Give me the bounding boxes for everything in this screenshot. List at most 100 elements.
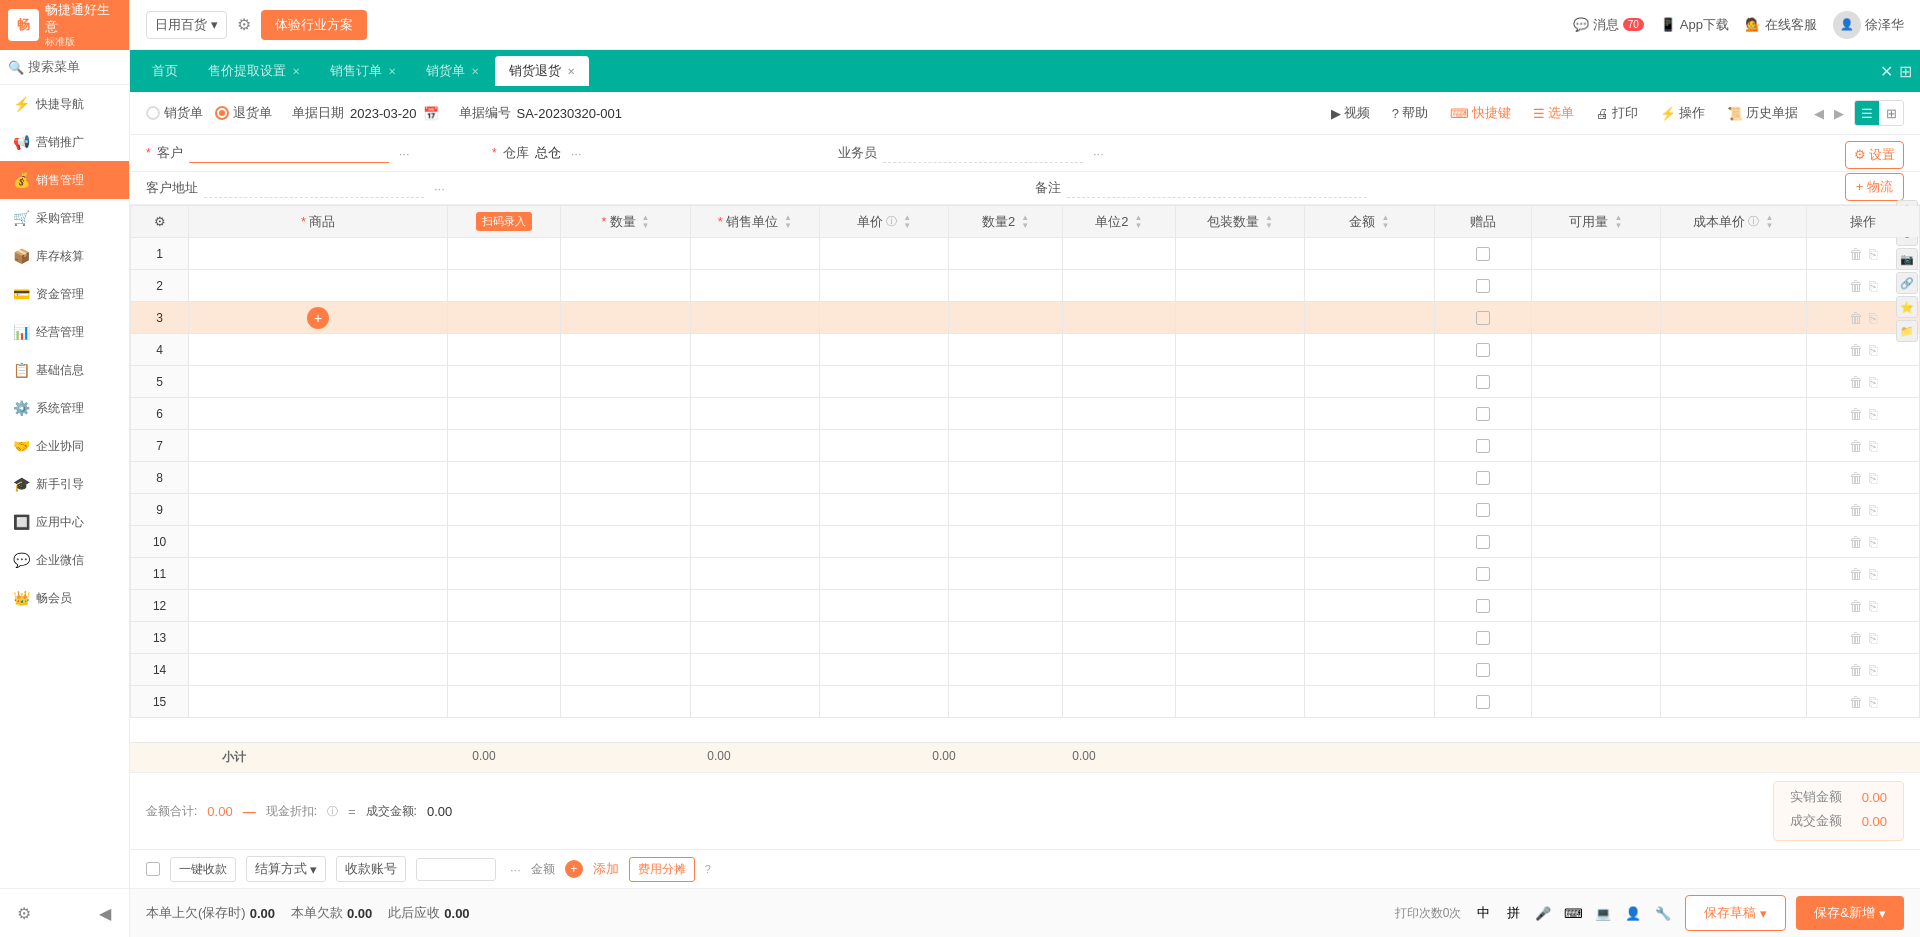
cell-col-amount-11[interactable] — [1305, 558, 1434, 590]
cell-col-unit2-15[interactable] — [1062, 686, 1175, 718]
cell-cost-14[interactable] — [1661, 654, 1807, 686]
cell-gift-12[interactable] — [1434, 590, 1531, 622]
address-picker-btn[interactable]: ··· — [434, 181, 445, 196]
cell-cost-1[interactable] — [1661, 238, 1807, 270]
cell-col-price-15[interactable] — [820, 686, 949, 718]
cell-cost-10[interactable] — [1661, 526, 1807, 558]
gift-checkbox-15[interactable] — [1476, 695, 1490, 709]
delete-row-14[interactable]: 🗑 — [1849, 662, 1863, 678]
table-view-btn[interactable]: ☰ — [1855, 101, 1879, 125]
rfloat-btn-5[interactable]: ⭐ — [1896, 296, 1918, 318]
copy-row-14[interactable]: ⎘ — [1869, 662, 1877, 678]
delete-row-4[interactable]: 🗑 — [1849, 342, 1863, 358]
delete-row-3[interactable]: 🗑 — [1849, 310, 1863, 326]
cell-col-unit-11[interactable] — [690, 558, 819, 590]
rfloat-btn-3[interactable]: 📷 — [1896, 248, 1918, 270]
cell-gift-10[interactable] — [1434, 526, 1531, 558]
cell-product-9[interactable] — [448, 494, 561, 526]
cell-cost-12[interactable] — [1661, 590, 1807, 622]
cell-cost-15[interactable] — [1661, 686, 1807, 718]
cell-col-qty-12[interactable] — [561, 590, 690, 622]
cell-col-price-3[interactable] — [820, 302, 949, 334]
cell-col-unit-5[interactable] — [690, 366, 819, 398]
cell-product-5[interactable] — [448, 366, 561, 398]
cell-col-pack-2[interactable] — [1175, 270, 1304, 302]
grid-view-btn[interactable]: ⊞ — [1879, 101, 1903, 125]
product-input-3[interactable] — [456, 311, 552, 325]
cell-col-price-9[interactable] — [820, 494, 949, 526]
cell-col-unit-4[interactable] — [690, 334, 819, 366]
cell-col-unit-3[interactable] — [690, 302, 819, 334]
delete-row-9[interactable]: 🗑 — [1849, 502, 1863, 518]
cell-col-qty2-5[interactable] — [949, 366, 1062, 398]
sidebar-item-guide[interactable]: 🎓 新手引导 — [0, 465, 129, 503]
cell-col-pack-11[interactable] — [1175, 558, 1304, 590]
logistics-btn[interactable]: + 物流 — [1845, 173, 1904, 201]
sidebar-item-app-center[interactable]: 🔲 应用中心 — [0, 503, 129, 541]
video-btn[interactable]: ▶ 视频 — [1325, 101, 1376, 125]
copy-row-2[interactable]: ⎘ — [1869, 278, 1877, 294]
cell-col-qty2-13[interactable] — [949, 622, 1062, 654]
cell-col-amount-5[interactable] — [1305, 366, 1434, 398]
gift-checkbox-5[interactable] — [1476, 375, 1490, 389]
cell-col-price-12[interactable] — [820, 590, 949, 622]
sidebar-item-sales[interactable]: 💰 销售管理 — [0, 161, 129, 199]
cell-col-unit-1[interactable] — [690, 238, 819, 270]
cell-col-unit-12[interactable] — [690, 590, 819, 622]
tab-sales-order[interactable]: 销售订单 ✕ — [316, 56, 410, 86]
gift-checkbox-12[interactable] — [1476, 599, 1490, 613]
sidebar-item-purchase[interactable]: 🛒 采购管理 — [0, 199, 129, 237]
scan-btn[interactable]: 扫码录入 — [476, 212, 532, 231]
save-draft-btn[interactable]: 保存草稿 ▾ — [1685, 895, 1786, 931]
cell-col-qty2-11[interactable] — [949, 558, 1062, 590]
settings-btn[interactable]: ⚙ 设置 — [1845, 141, 1904, 169]
calc-method-btn[interactable]: 结算方式 ▾ — [246, 856, 326, 882]
copy-row-7[interactable]: ⎘ — [1869, 438, 1877, 454]
sidebar-item-wechat[interactable]: 💬 企业微信 — [0, 541, 129, 579]
sidebar-item-system[interactable]: ⚙️ 系统管理 — [0, 389, 129, 427]
gift-checkbox-6[interactable] — [1476, 407, 1490, 421]
cell-col-unit2-14[interactable] — [1062, 654, 1175, 686]
cell-gift-2[interactable] — [1434, 270, 1531, 302]
prev-record-btn[interactable]: ◀ — [1814, 106, 1824, 121]
delete-row-13[interactable]: 🗑 — [1849, 630, 1863, 646]
sidebar-item-inventory[interactable]: 📦 库存核算 — [0, 237, 129, 275]
industry-selector[interactable]: 日用百货 ▾ — [146, 11, 227, 39]
sidebar-item-vip[interactable]: 👑 畅会员 — [0, 579, 129, 617]
cell-col-pack-7[interactable] — [1175, 430, 1304, 462]
cell-col-unit2-13[interactable] — [1062, 622, 1175, 654]
cell-gift-4[interactable] — [1434, 334, 1531, 366]
delete-row-8[interactable]: 🗑 — [1849, 470, 1863, 486]
staff-picker-btn[interactable]: ··· — [1093, 146, 1104, 161]
gift-checkbox-7[interactable] — [1476, 439, 1490, 453]
cell-col-qty-3[interactable] — [561, 302, 690, 334]
cell-col-pack-12[interactable] — [1175, 590, 1304, 622]
cell-col-unit2-6[interactable] — [1062, 398, 1175, 430]
cell-col-amount-3[interactable] — [1305, 302, 1434, 334]
sidebar-item-quick-nav[interactable]: ⚡ 快捷导航 — [0, 85, 129, 123]
copy-row-8[interactable]: ⎘ — [1869, 470, 1877, 486]
cell-col-qty-6[interactable] — [561, 398, 690, 430]
select-btn[interactable]: ☰ 选单 — [1527, 101, 1580, 125]
copy-row-12[interactable]: ⎘ — [1869, 598, 1877, 614]
toolbar-icon-6[interactable]: 👤 — [1621, 901, 1645, 925]
cell-col-qty2-8[interactable] — [949, 462, 1062, 494]
cell-avail-12[interactable] — [1531, 590, 1660, 622]
staff-input[interactable] — [883, 143, 1083, 163]
calendar-icon[interactable]: 📅 — [423, 106, 439, 121]
gear-settings-icon[interactable]: ⚙ — [154, 214, 166, 229]
cell-col-amount-4[interactable] — [1305, 334, 1434, 366]
cell-col-price-14[interactable] — [820, 654, 949, 686]
add-payment-btn[interactable]: + — [565, 860, 583, 878]
gift-checkbox-8[interactable] — [1476, 471, 1490, 485]
cell-cost-11[interactable] — [1661, 558, 1807, 590]
cell-col-qty2-3[interactable] — [949, 302, 1062, 334]
cell-col-price-11[interactable] — [820, 558, 949, 590]
print-btn[interactable]: 🖨 打印 — [1590, 101, 1644, 125]
gift-checkbox-1[interactable] — [1476, 247, 1490, 261]
cell-avail-10[interactable] — [1531, 526, 1660, 558]
cell-col-pack-5[interactable] — [1175, 366, 1304, 398]
topbar-settings-icon[interactable]: ⚙ — [237, 15, 251, 34]
cell-product-6[interactable] — [448, 398, 561, 430]
toolbar-icon-4[interactable]: ⌨ — [1561, 901, 1585, 925]
